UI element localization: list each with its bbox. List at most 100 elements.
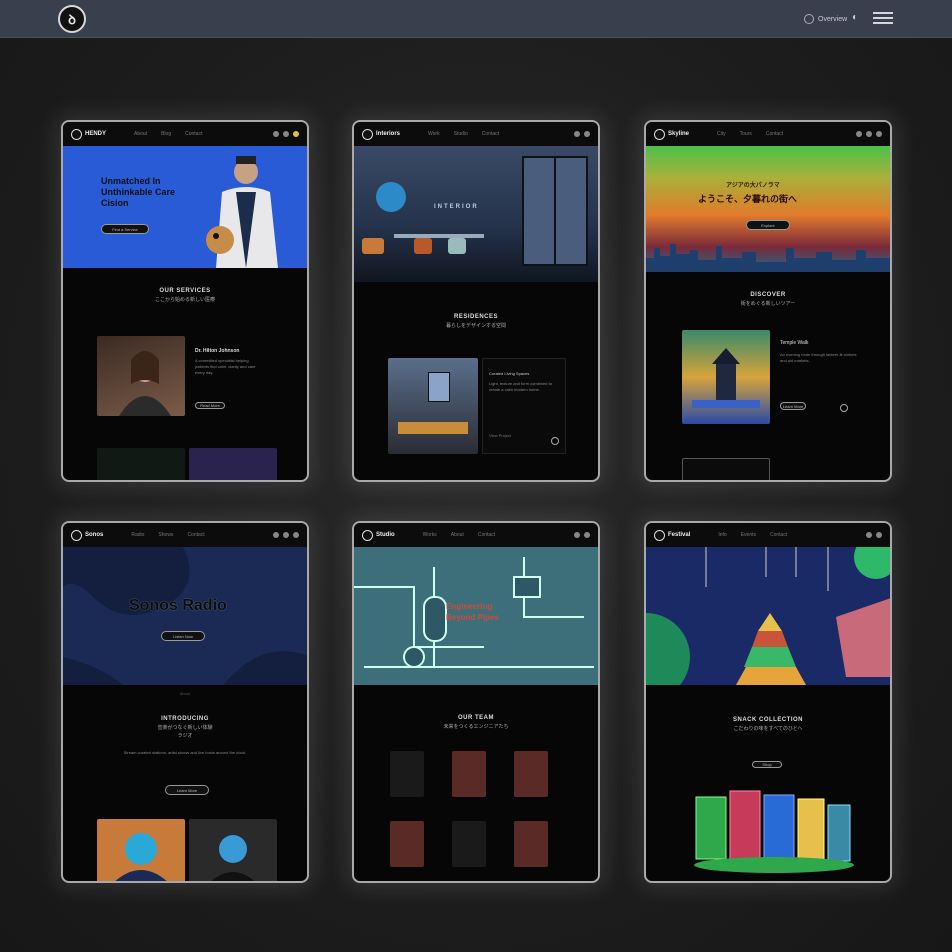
feature-image xyxy=(97,336,185,416)
nav-link[interactable]: Tours xyxy=(740,131,752,137)
section-subtitle: ここから始める新しい医療 xyxy=(154,297,215,303)
project-card-city[interactable]: Skyline City Tours Contact アジアの大パノラマ ようこそ、… xyxy=(644,120,892,482)
nav-link[interactable]: City xyxy=(717,131,726,137)
nav-link[interactable]: Contact xyxy=(185,131,202,137)
arrow-icon[interactable] xyxy=(840,404,848,412)
settings-icon[interactable]: ◐ xyxy=(852,12,858,23)
nav-link[interactable]: Work xyxy=(428,131,440,137)
card-hero: Unmatched In Unthinkable Care Cision Fin… xyxy=(63,146,307,268)
card-navbar: Interiors Work Studio Contact xyxy=(354,122,598,146)
team-member-photo[interactable] xyxy=(390,751,424,797)
section-subtitle: 未来をつくるエンジニアたち xyxy=(443,724,509,730)
section-title: DISCOVER xyxy=(750,292,786,298)
hero-button[interactable]: Find a Service xyxy=(101,224,149,234)
card-navbar: Skyline City Tours Contact xyxy=(646,122,890,146)
project-card-engineering[interactable]: Studio Works About Contact Engineering Bey… xyxy=(352,521,600,883)
nav-link[interactable]: Contact xyxy=(766,131,783,137)
hero-title: INTERIOR xyxy=(434,204,479,210)
gallery-thumb xyxy=(189,448,277,480)
feature-text: A committed specialist helping patients … xyxy=(195,358,256,375)
project-card-radio[interactable]: Sonos Radio Shows Contact Sonos Radio List… xyxy=(61,521,309,883)
section-button[interactable]: Learn More xyxy=(165,785,209,795)
hero-subtitle: ようこそ、夕暮れの街へ xyxy=(698,194,798,204)
brand-logo-icon xyxy=(362,529,373,541)
nav-link[interactable]: Studio xyxy=(454,131,468,137)
project-card-festival[interactable]: Festival Info Events Contact SNACK COLLECT… xyxy=(644,521,892,883)
feature-title: Temple Walk xyxy=(780,340,809,346)
section-title: SNACK COLLECTION xyxy=(733,717,803,723)
site-logo[interactable]: ꝺ xyxy=(58,5,86,33)
gallery-thumb xyxy=(97,448,185,480)
feature-link[interactable]: View Project xyxy=(489,433,511,438)
hero-button[interactable]: Shop xyxy=(752,761,782,768)
card-navbar: Studio Works About Contact xyxy=(354,523,598,547)
hero-title: アジアの大パノラマ xyxy=(726,183,780,189)
section-subtitle: 街をめぐる新しいツアー xyxy=(740,301,796,307)
brand-logo-icon xyxy=(71,128,82,140)
team-member-photo[interactable] xyxy=(452,821,486,867)
section-title: RESIDENCES xyxy=(453,314,498,320)
team-member-photo[interactable] xyxy=(514,751,548,797)
feature-title: Curated Living Spaces xyxy=(489,371,530,376)
hero-title: Sonos Radio xyxy=(129,597,227,614)
brand-logo-icon xyxy=(71,529,82,541)
team-member-photo[interactable] xyxy=(514,821,548,867)
section-title: INTRODUCING xyxy=(161,716,209,722)
nav-link[interactable]: Info xyxy=(718,532,726,538)
nav-link[interactable]: Contact xyxy=(478,532,495,538)
nav-link[interactable]: Works xyxy=(423,532,437,538)
feature-text: An evening route through lantern-lit shr… xyxy=(780,352,857,363)
card-hero: Sonos Radio Listen Now xyxy=(63,547,307,685)
hamburger-menu-icon[interactable] xyxy=(873,9,893,27)
card-brand[interactable]: HENDY xyxy=(71,128,106,140)
arrow-icon[interactable] xyxy=(551,437,559,445)
section-subtitle: 暮らしをデザインする空間 xyxy=(445,323,506,329)
feature-text: Light, texture and form combined to crea… xyxy=(489,381,552,392)
brand-logo-icon xyxy=(654,529,665,541)
feature-button[interactable]: Learn More xyxy=(780,402,806,410)
hero-title: Engineering Beyond Pipes xyxy=(446,602,499,622)
nav-link[interactable]: Events xyxy=(741,532,756,538)
team-member-photo[interactable] xyxy=(390,821,424,867)
card-hero: Engineering Beyond Pipes xyxy=(354,547,598,685)
top-navigation-bar: ꝺ Overview ◐ xyxy=(0,0,952,38)
feature-title: Dr. Hilton Johnson xyxy=(195,348,240,354)
section-title: OUR TEAM xyxy=(458,715,494,721)
section-subtitle: こだわりの味をすべてのひとへ xyxy=(733,726,803,732)
feature-image xyxy=(682,330,770,424)
team-member-photo[interactable] xyxy=(452,751,486,797)
gallery-thumb xyxy=(682,458,770,480)
section-subtitle: 音楽がつなぐ新しい体験 xyxy=(157,725,213,731)
globe-icon xyxy=(804,14,814,24)
gallery-thumb xyxy=(189,819,277,881)
nav-link[interactable]: Shows xyxy=(158,532,173,538)
brand-logo-icon xyxy=(654,128,665,140)
doctor-figure xyxy=(206,156,278,268)
card-hero xyxy=(646,547,890,685)
nav-link[interactable]: Contact xyxy=(482,131,499,137)
card-navbar: HENDY About Blog Contact xyxy=(63,122,307,146)
nav-link[interactable]: Contact xyxy=(187,532,204,538)
nav-link[interactable]: Contact xyxy=(770,532,787,538)
hero-button[interactable]: Explore xyxy=(746,220,790,230)
card-hero: アジアの大パノラマ ようこそ、夕暮れの街へ Explore xyxy=(646,146,890,272)
nav-link[interactable]: Radio xyxy=(131,532,144,538)
project-card-interior[interactable]: Interiors Work Studio Contact INTERIOR RES… xyxy=(352,120,600,482)
card-navbar: Sonos Radio Shows Contact xyxy=(63,523,307,547)
gallery-thumb xyxy=(97,819,185,881)
card-navbar: Festival Info Events Contact xyxy=(646,523,890,547)
section-subtitle-line2: ラジオ xyxy=(177,733,193,739)
snack-products-image xyxy=(694,790,854,873)
section-text: Stream curated stations, artist shows an… xyxy=(123,750,247,755)
feature-button[interactable]: Read More xyxy=(195,402,225,409)
language-selector[interactable]: Overview xyxy=(804,12,847,26)
project-card-medical[interactable]: HENDY About Blog Contact Unmatched In Unth… xyxy=(61,120,309,482)
language-label: Overview xyxy=(818,15,848,23)
brand-logo-icon xyxy=(362,128,373,140)
section-title: OUR SERVICES xyxy=(159,288,211,294)
hero-button[interactable]: Listen Now xyxy=(161,631,205,641)
nav-link[interactable]: Blog xyxy=(161,131,171,137)
nav-link[interactable]: About xyxy=(134,131,147,137)
feature-image xyxy=(388,358,478,454)
nav-link[interactable]: About xyxy=(451,532,464,538)
